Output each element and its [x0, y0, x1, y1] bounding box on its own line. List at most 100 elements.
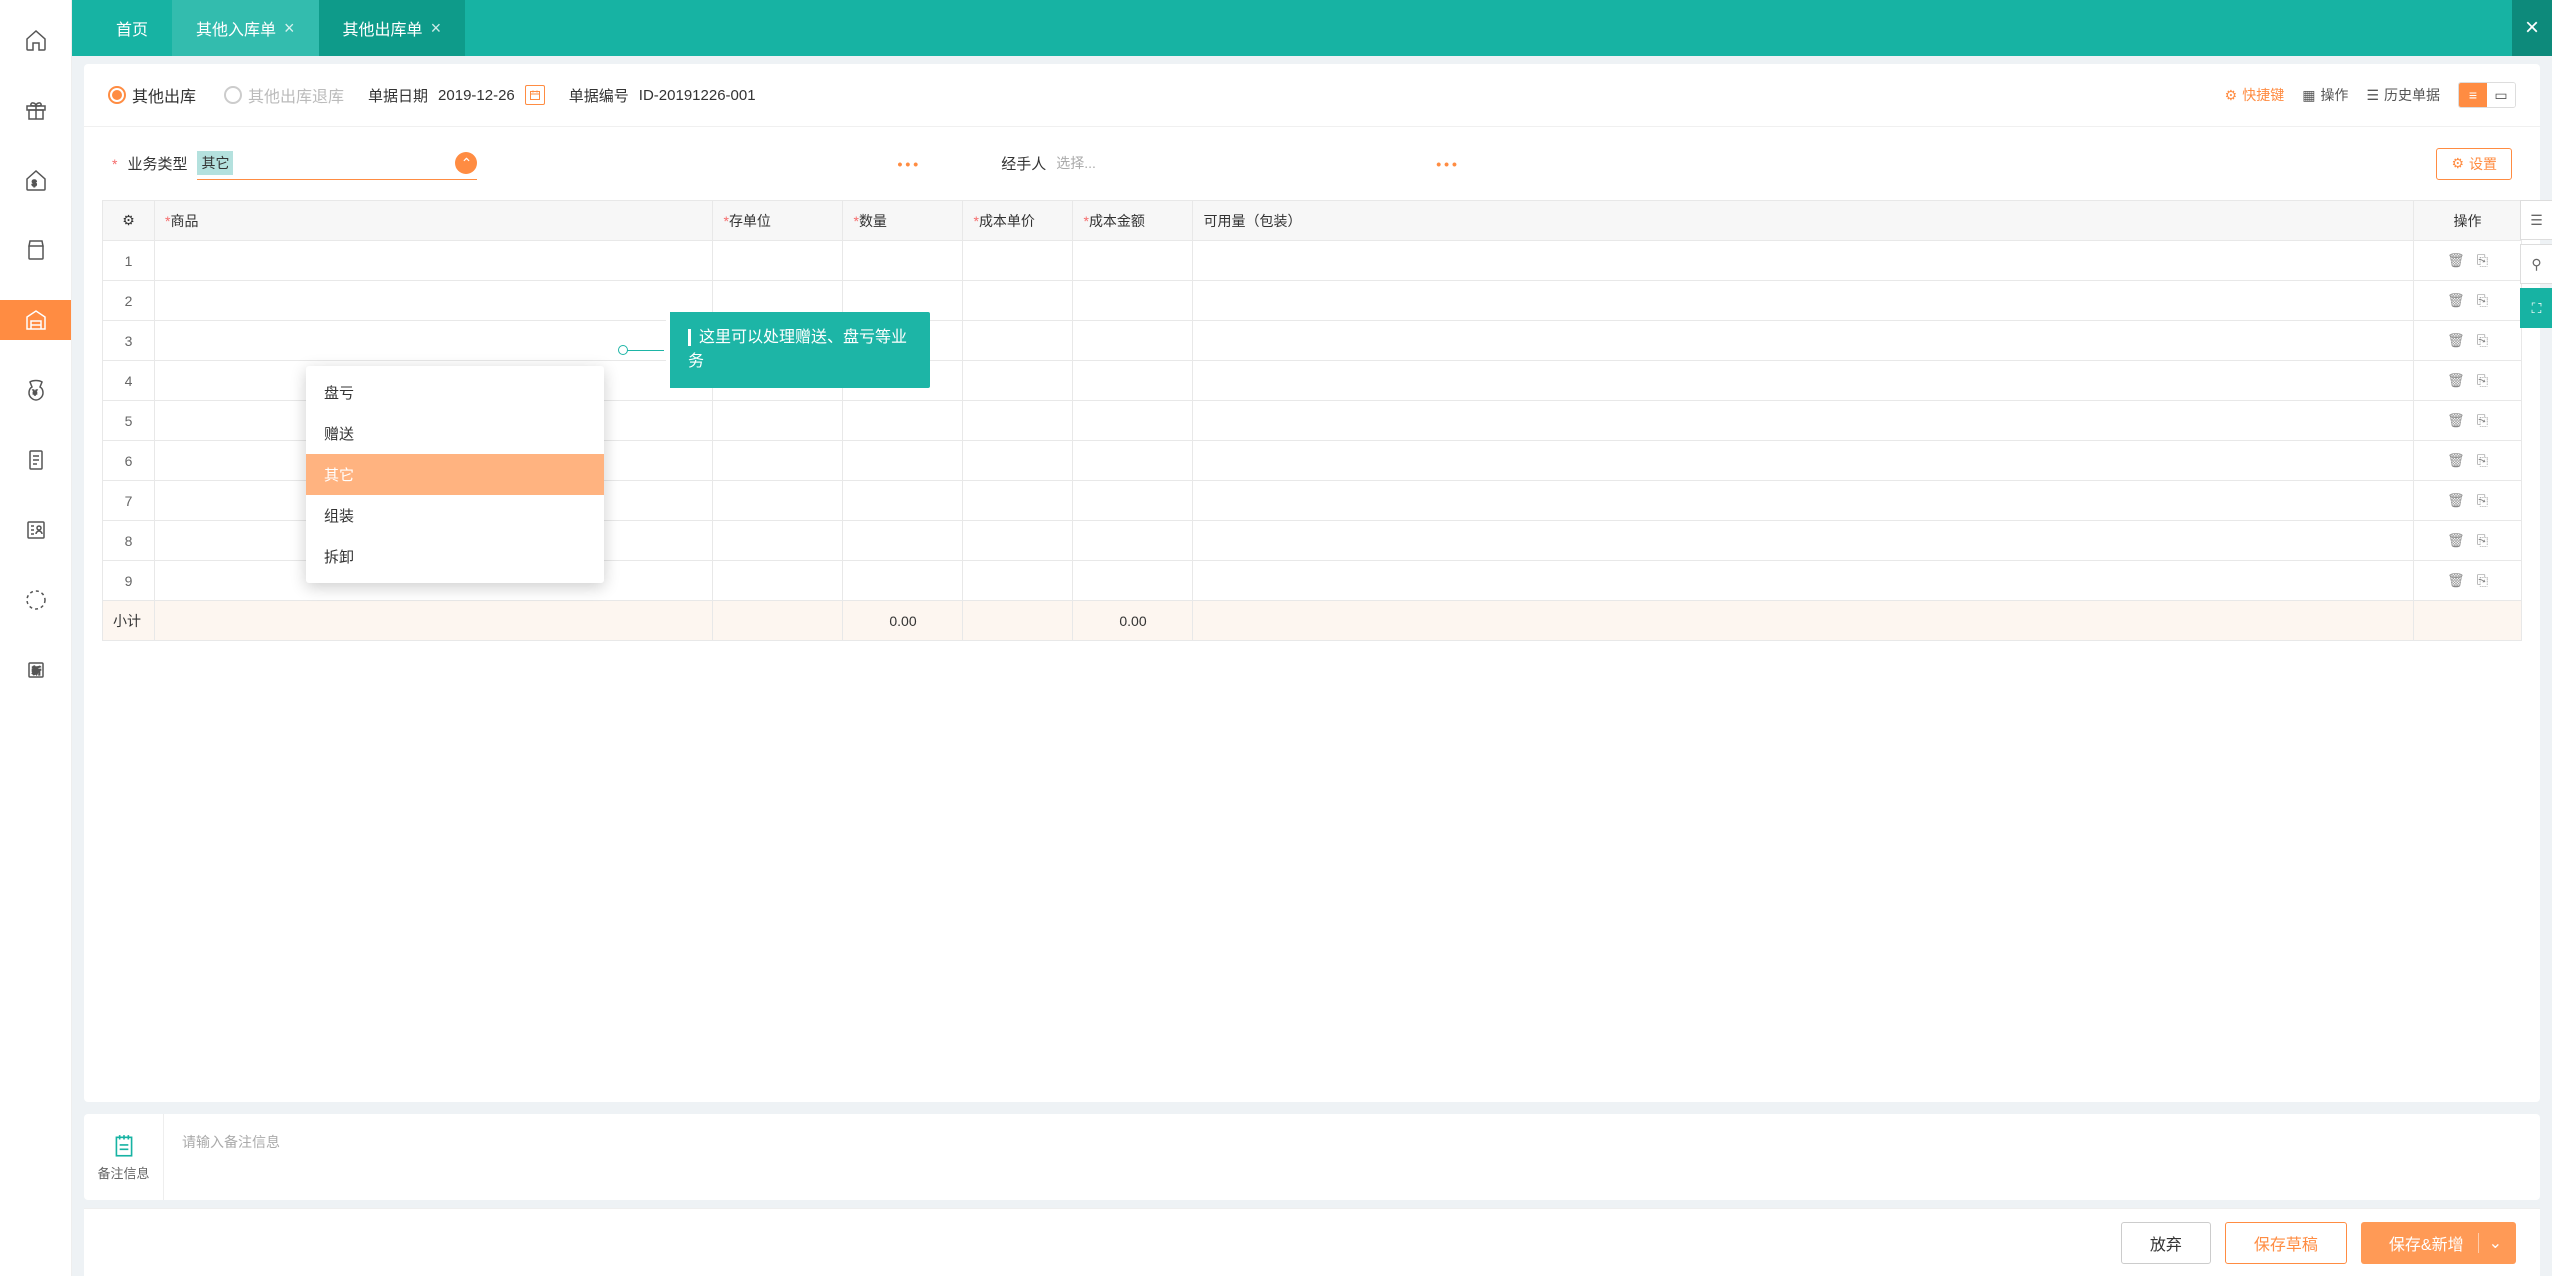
settings-button[interactable]: ⚙设置 — [2436, 148, 2512, 180]
grid-icon: ▦ — [2302, 87, 2315, 104]
chevron-up-icon: ⌃ — [455, 152, 477, 174]
action-label: 历史单据 — [2384, 85, 2440, 105]
svg-text:$: $ — [32, 179, 37, 188]
copy-icon[interactable]: ⎘ — [2477, 252, 2488, 269]
delete-icon[interactable]: 🗑 — [2447, 412, 2465, 429]
biz-type-select[interactable]: 其它 ⌃ — [197, 147, 477, 180]
radio-icon — [108, 86, 126, 104]
rail-notes-button[interactable]: ☰ — [2520, 200, 2552, 240]
delete-icon[interactable]: 🗑 — [2447, 532, 2465, 549]
required-mark: * — [112, 156, 117, 172]
delete-icon[interactable]: 🗑 — [2447, 372, 2465, 389]
doc-date-field: 单据日期 2019-12-26 — [368, 85, 545, 106]
delete-icon[interactable]: 🗑 — [2447, 452, 2465, 469]
note-icon — [111, 1133, 137, 1159]
table-row[interactable]: 3🗑⎘ — [103, 321, 2522, 361]
copy-icon[interactable]: ⎘ — [2477, 372, 2488, 389]
save-new-button[interactable]: 保存&新增⌄ — [2361, 1222, 2516, 1264]
biz-type-dropdown: 盘亏 赠送 其它 组装 拆卸 — [306, 366, 604, 583]
remark-title: 备注信息 — [97, 1163, 149, 1182]
delete-icon[interactable]: 🗑 — [2447, 252, 2465, 269]
tab-other-out[interactable]: 其他出库单 × — [319, 0, 466, 56]
discard-button[interactable]: 放弃 — [2121, 1222, 2211, 1264]
hint-tooltip: 这里可以处理赠送、盘亏等业务 — [666, 312, 930, 388]
copy-icon[interactable]: ⎘ — [2477, 332, 2488, 349]
right-rail: ☰ ⚲ ⛶ — [2520, 200, 2552, 328]
doc-date-value[interactable]: 2019-12-26 — [438, 87, 515, 104]
sidebar-item-sync[interactable] — [0, 580, 72, 620]
doc-no-value: ID-20191226-001 — [639, 87, 756, 104]
radio-other-out[interactable]: 其他出库 — [108, 83, 196, 107]
rail-attach-button[interactable]: ⚲ — [2520, 244, 2552, 284]
field-label: 单据日期 — [368, 85, 428, 106]
col-label: 存单位 — [729, 213, 771, 229]
list-icon: ☰ — [2366, 87, 2379, 104]
field-label: 经手人 — [1001, 153, 1046, 174]
close-icon[interactable]: × — [284, 18, 295, 39]
field-label: 单据编号 — [569, 85, 629, 106]
delete-icon[interactable]: 🗑 — [2447, 572, 2465, 589]
col-cost-price: *成本单价 — [963, 201, 1073, 241]
dropdown-item[interactable]: 赠送 — [306, 413, 604, 454]
remark-label: 备注信息 — [84, 1114, 164, 1200]
delete-icon[interactable]: 🗑 — [2447, 292, 2465, 309]
close-all-tabs-button[interactable]: × — [2512, 0, 2552, 56]
more-dots-button[interactable]: ••• — [897, 156, 921, 172]
col-gear[interactable]: ⚙ — [103, 201, 155, 241]
tab-home[interactable]: 首页 — [92, 0, 172, 56]
dropdown-item[interactable]: 组装 — [306, 495, 604, 536]
handler-select[interactable]: 选择... — [1056, 153, 1236, 174]
tab-other-in[interactable]: 其他入库单 × — [172, 0, 319, 56]
history-button[interactable]: ☰ 历史单据 — [2366, 85, 2440, 105]
close-icon[interactable]: × — [431, 18, 442, 39]
sidebar-item-gift[interactable] — [0, 90, 72, 130]
copy-icon[interactable]: ⎘ — [2477, 452, 2488, 469]
dropdown-item[interactable]: 盘亏 — [306, 372, 604, 413]
view-card-button[interactable]: ▭ — [2487, 83, 2515, 107]
shortcut-button[interactable]: ⚙快捷键 — [2225, 85, 2285, 105]
tab-label: 首页 — [116, 16, 148, 40]
view-list-button[interactable]: ≡ — [2459, 83, 2487, 107]
footer-label: 小计 — [103, 601, 155, 641]
left-sidebar: $ ¥ 新 — [0, 0, 72, 1276]
col-label: 数量 — [859, 213, 887, 229]
svg-text:¥: ¥ — [33, 390, 37, 397]
col-unit: *存单位 — [713, 201, 843, 241]
copy-icon[interactable]: ⎘ — [2477, 492, 2488, 509]
table-row[interactable]: 2🗑⎘ — [103, 281, 2522, 321]
dropdown-item[interactable]: 拆卸 — [306, 536, 604, 577]
remark-input[interactable]: 请输入备注信息 — [164, 1114, 2540, 1200]
col-actions: 操作 — [2414, 201, 2522, 241]
sidebar-item-home[interactable] — [0, 20, 72, 60]
col-product: *商品 — [155, 201, 713, 241]
action-label: 操作 — [2320, 85, 2348, 105]
operate-button[interactable]: ▦ 操作 — [2302, 85, 2348, 105]
radio-other-out-return[interactable]: 其他出库退库 — [224, 83, 344, 107]
more-dots-button[interactable]: ••• — [1436, 156, 1460, 172]
delete-icon[interactable]: 🗑 — [2447, 492, 2465, 509]
col-label: 可用量（包装） — [1203, 213, 1301, 229]
sidebar-item-purchase[interactable] — [0, 230, 72, 270]
table-row[interactable]: 1🗑⎘ — [103, 241, 2522, 281]
copy-icon[interactable]: ⎘ — [2477, 572, 2488, 589]
sidebar-item-report[interactable] — [0, 440, 72, 480]
save-draft-button[interactable]: 保存草稿 — [2225, 1222, 2347, 1264]
copy-icon[interactable]: ⎘ — [2477, 292, 2488, 309]
footer-amount: 0.00 — [1073, 601, 1193, 641]
sidebar-item-finance[interactable]: ¥ — [0, 370, 72, 410]
sidebar-item-new[interactable]: 新 — [0, 650, 72, 690]
delete-icon[interactable]: 🗑 — [2447, 332, 2465, 349]
rail-expand-button[interactable]: ⛶ — [2520, 288, 2552, 328]
sidebar-item-sales[interactable]: $ — [0, 160, 72, 200]
copy-icon[interactable]: ⎘ — [2477, 532, 2488, 549]
chevron-down-icon[interactable]: ⌄ — [2478, 1233, 2502, 1253]
gear-icon: ⚙ — [2451, 155, 2464, 172]
sidebar-item-contacts[interactable] — [0, 510, 72, 550]
calendar-icon[interactable] — [525, 85, 545, 105]
dropdown-item[interactable]: 其它 — [306, 454, 604, 495]
tab-label: 其他入库单 — [196, 16, 276, 40]
sidebar-item-warehouse[interactable] — [0, 300, 71, 340]
form-row: * 业务类型 其它 ⌃ ••• 经手人 选择... ••• ⚙设置 — [84, 127, 2540, 200]
tab-label: 其他出库单 — [343, 16, 423, 40]
copy-icon[interactable]: ⎘ — [2477, 412, 2488, 429]
